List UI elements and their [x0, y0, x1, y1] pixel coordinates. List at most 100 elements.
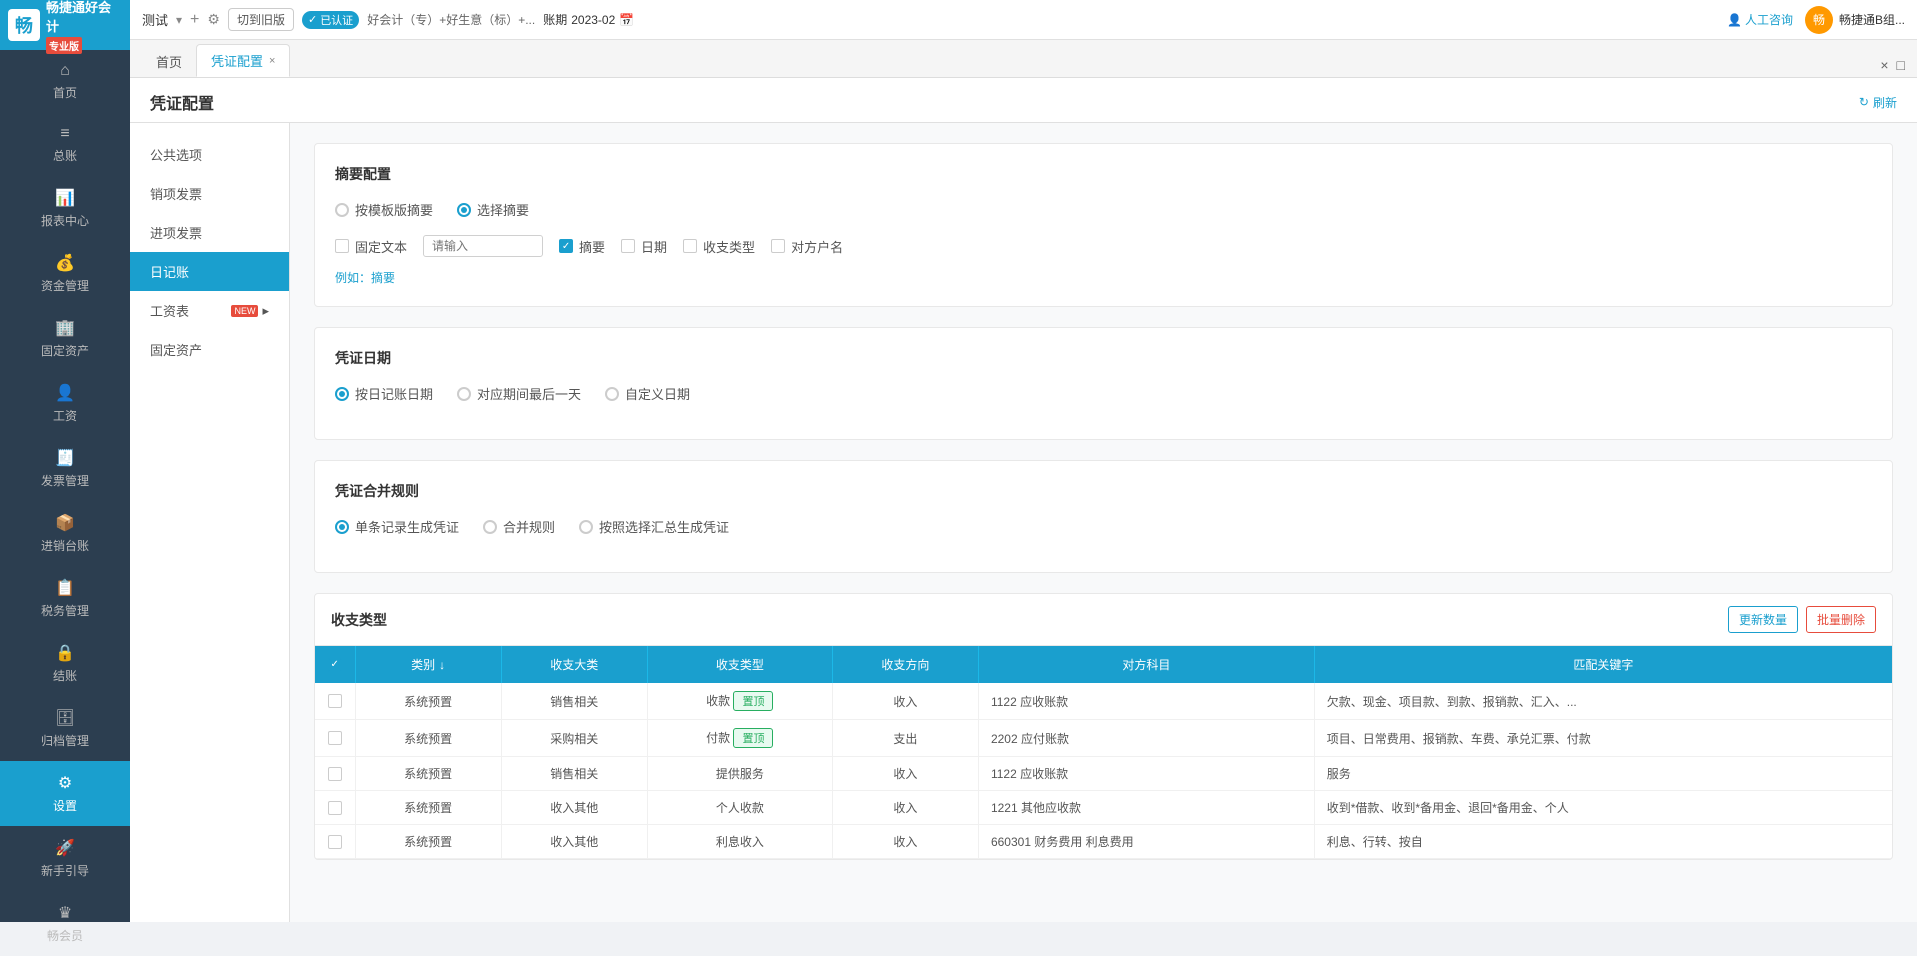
row-keywords-3: 服务 [1314, 757, 1892, 791]
close-window-btn[interactable]: × [1880, 57, 1888, 73]
tabbar: 首页 凭证配置 × × □ [130, 40, 1917, 78]
radio-select[interactable]: 选择摘要 [457, 200, 529, 219]
sidebar: 畅 畅捷通好会计 专业版 ⌂ 首页 ≡ 总账 📊 报表中心 💰 资金管理 🏢 固… [0, 0, 130, 922]
radio-summary-gen[interactable]: 按照选择汇总生成凭证 [579, 517, 729, 536]
row-type-5: 利息收入 [647, 825, 832, 859]
left-nav-salary-label: 工资表 [150, 301, 189, 320]
left-nav-salary[interactable]: 工资表 NEW ▸ [130, 291, 289, 330]
radio-journal-date[interactable]: 按日记账日期 [335, 384, 433, 403]
service-btn[interactable]: 👤 人工咨询 [1727, 11, 1793, 28]
accounting-type: 好会计（专）+好生意（标）+... [367, 11, 535, 28]
sidebar-item-reports[interactable]: 📊 报表中心 [0, 176, 130, 241]
topbar-right: 👤 人工咨询 畅 畅捷通B组... [1727, 6, 1905, 34]
tab-close-icon[interactable]: × [269, 55, 275, 67]
radio-last-day[interactable]: 对应期间最后一天 [457, 384, 581, 403]
sidebar-item-tax[interactable]: 📋 税务管理 [0, 566, 130, 631]
fixed-text-input[interactable] [423, 235, 543, 257]
row-keywords-5: 利息、行转、按自 [1314, 825, 1892, 859]
refresh-btn[interactable]: ↻ 刷新 [1859, 94, 1897, 111]
checkbox-counterparty-box [771, 239, 785, 253]
body-area: 公共选项 销项发票 进项发票 日记账 工资表 NEW ▸ [130, 123, 1917, 922]
row-check-1[interactable] [315, 683, 355, 720]
left-nav-sales[interactable]: 销项发票 [130, 174, 289, 213]
certified-label: 已认证 [320, 12, 353, 28]
checkbox-summary[interactable]: ✓ 摘要 [559, 237, 605, 256]
row-check-2[interactable] [315, 720, 355, 757]
checkbox-counterparty-label: 对方户名 [791, 237, 843, 256]
content: 凭证配置 ↻ 刷新 公共选项 销项发票 进项发票 日记账 [130, 78, 1917, 922]
sidebar-item-fixed-assets-label: 固定资产 [41, 342, 89, 359]
sidebar-item-newbie-label: 新手引导 [41, 862, 89, 879]
row-checkbox-4[interactable] [328, 801, 342, 815]
row-badge-2: 置顶 [733, 728, 773, 748]
table-actions: 更新数量 批量删除 [1728, 606, 1876, 633]
radio-template[interactable]: 按模板版摘要 [335, 200, 433, 219]
sidebar-item-archive[interactable]: 🗄 归档管理 [0, 696, 130, 761]
row-checkbox-5[interactable] [328, 835, 342, 849]
calendar-icon[interactable]: 📅 [619, 13, 634, 27]
topbar: 测试 ▾ + ⚙ 切到旧版 ✓ 已认证 好会计（专）+好生意（标）+... 账期… [130, 0, 1917, 40]
row-major-1: 销售相关 [501, 683, 647, 720]
update-btn[interactable]: 更新数量 [1728, 606, 1798, 633]
left-nav-purchase[interactable]: 进项发票 [130, 213, 289, 252]
radio-last-day-label: 对应期间最后一天 [477, 384, 581, 403]
settings-topbar-icon[interactable]: ⚙ [207, 11, 220, 28]
checkbox-date[interactable]: 日期 [621, 237, 667, 256]
row-checkbox-1[interactable] [328, 694, 342, 708]
sidebar-item-home[interactable]: ⌂ 首页 [0, 50, 130, 113]
sidebar-item-purchase-sales-label: 进销台账 [41, 537, 89, 554]
tab-home[interactable]: 首页 [142, 46, 196, 77]
sidebar-item-settings[interactable]: ⚙ 设置 [0, 761, 130, 826]
row-checkbox-2[interactable] [328, 731, 342, 745]
check-icon: ✓ [308, 13, 317, 26]
table-row: 系统预置 收入其他 利息收入 收入 660301 财务费用 利息费用 利息、行转… [315, 825, 1892, 859]
row-major-4: 收入其他 [501, 791, 647, 825]
checkbox-counterparty[interactable]: 对方户名 [771, 237, 843, 256]
purchase-sales-icon: 📦 [55, 513, 75, 533]
left-nav-fixed-asset[interactable]: 固定资产 [130, 330, 289, 369]
switch-version-btn[interactable]: 切到旧版 [228, 8, 294, 31]
select-all-checkbox[interactable]: ✓ [328, 658, 342, 672]
add-button[interactable]: + [190, 11, 199, 29]
checkbox-fixed[interactable]: 固定文本 [335, 237, 407, 256]
row-checkbox-3[interactable] [328, 767, 342, 781]
sidebar-item-newbie[interactable]: 🚀 新手引导 [0, 826, 130, 891]
checkbox-date-box [621, 239, 635, 253]
sidebar-item-close-account[interactable]: 🔒 结账 [0, 631, 130, 696]
th-keywords: 匹配关键字 [1314, 646, 1892, 683]
left-nav-journal[interactable]: 日记账 [130, 252, 289, 291]
row-check-3[interactable] [315, 757, 355, 791]
sidebar-item-purchase-sales[interactable]: 📦 进销台账 [0, 501, 130, 566]
row-keywords-4: 收到*借款、收到*备用金、退回*备用金、个人 [1314, 791, 1892, 825]
row-check-4[interactable] [315, 791, 355, 825]
summary-checkbox-row: 固定文本 ✓ 摘要 日期 收支类型 [335, 235, 1872, 257]
delete-btn[interactable]: 批量删除 [1806, 606, 1876, 633]
sidebar-item-ledger-label: 总账 [53, 147, 77, 164]
tab-voucher-config[interactable]: 凭证配置 × [196, 44, 290, 77]
checkbox-date-label: 日期 [641, 237, 667, 256]
row-subject-5: 660301 财务费用 利息费用 [978, 825, 1314, 859]
fullscreen-btn[interactable]: □ [1897, 57, 1905, 73]
row-check-5[interactable] [315, 825, 355, 859]
sidebar-item-funds[interactable]: 💰 资金管理 [0, 241, 130, 306]
radio-single[interactable]: 单条记录生成凭证 [335, 517, 459, 536]
row-subject-2: 2202 应付账款 [978, 720, 1314, 757]
sidebar-item-ledger[interactable]: ≡ 总账 [0, 113, 130, 176]
checkbox-summary-label: 摘要 [579, 237, 605, 256]
left-nav-public[interactable]: 公共选项 [130, 135, 289, 174]
sidebar-item-member[interactable]: ♛ 畅会员 [0, 891, 130, 956]
radio-custom-date[interactable]: 自定义日期 [605, 384, 690, 403]
row-badge-1: 置顶 [733, 691, 773, 711]
sidebar-item-fixed-assets[interactable]: 🏢 固定资产 [0, 306, 130, 371]
sidebar-item-tax-label: 税务管理 [41, 602, 89, 619]
checkbox-category[interactable]: 收支类型 [683, 237, 755, 256]
radio-merge[interactable]: 合并规则 [483, 517, 555, 536]
page-title: 凭证配置 [150, 90, 214, 114]
sidebar-item-invoice[interactable]: 🧾 发票管理 [0, 436, 130, 501]
sidebar-item-reports-label: 报表中心 [41, 212, 89, 229]
settings-icon: ⚙ [58, 773, 72, 793]
th-category-label: 类别 [411, 656, 435, 673]
sidebar-item-salary[interactable]: 👤 工资 [0, 371, 130, 436]
company-dropdown-icon[interactable]: ▾ [176, 13, 182, 27]
row-direction-3: 收入 [832, 757, 978, 791]
